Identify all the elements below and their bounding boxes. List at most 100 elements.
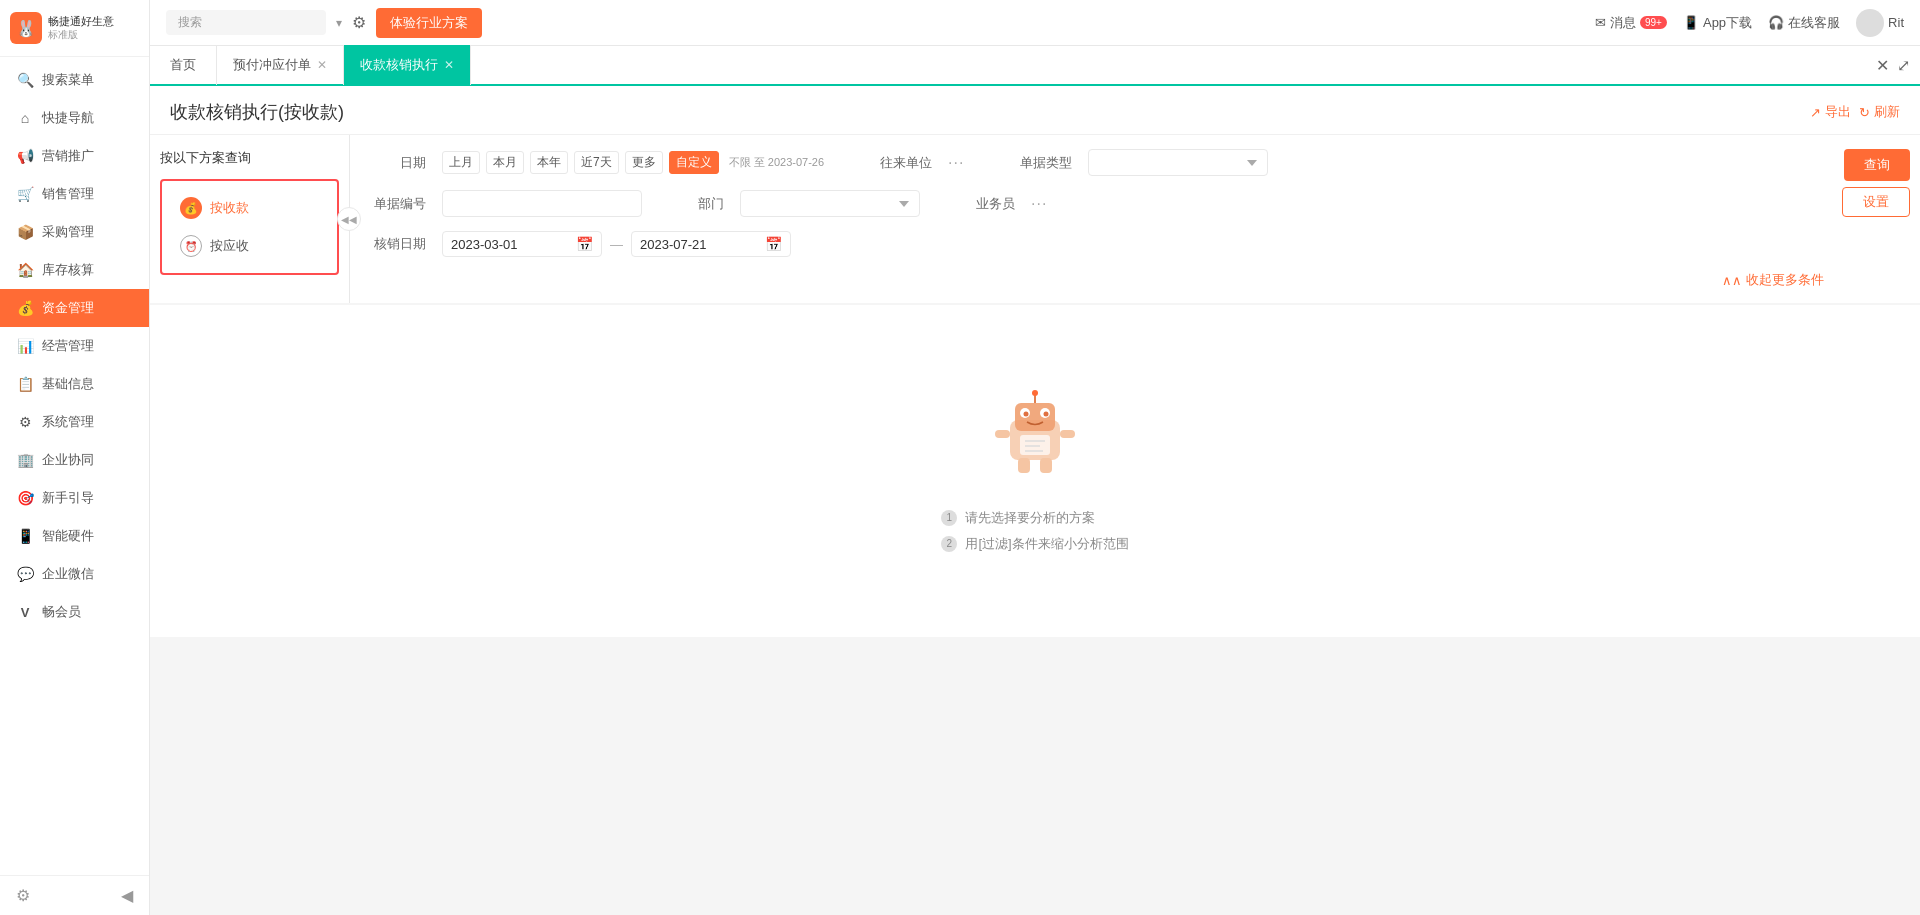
collapse-more-chevron-icon: ∧∧	[1722, 273, 1742, 288]
empty-hints: 1 请先选择要分析的方案 2 用[过滤]条件来缩小分析范围	[941, 505, 1128, 557]
dept-label: 部门	[698, 195, 724, 213]
filter-option-receipt-label: 按收款	[210, 199, 249, 217]
settings-gear-icon[interactable]: ⚙	[16, 886, 30, 905]
sidebar-footer: ⚙ ◀	[0, 875, 149, 915]
svg-point-4	[1024, 412, 1029, 417]
topbar-chevron-icon[interactable]: ▾	[336, 16, 342, 30]
counterpart-ellipsis-icon[interactable]: ···	[948, 154, 964, 172]
sidebar-item-quick-nav[interactable]: ⌂ 快捷导航	[0, 99, 149, 137]
sidebar-label-sales: 销售管理	[42, 185, 94, 203]
dept-select[interactable]	[740, 190, 920, 217]
sidebar-label-smart-hw: 智能硬件	[42, 527, 94, 545]
refresh-icon: ↻	[1859, 105, 1870, 120]
basic-info-icon: 📋	[16, 376, 34, 392]
filter-row-docno: 单据编号 部门 业务员 ···	[366, 190, 1824, 217]
sidebar-item-enterprise[interactable]: 🏢 企业协同	[0, 441, 149, 479]
date-btn-custom[interactable]: 自定义	[669, 151, 719, 174]
tab-home[interactable]: 首页	[150, 45, 217, 85]
collapse-sidebar-icon[interactable]: ◀	[121, 886, 133, 905]
sidebar-item-basic-info[interactable]: 📋 基础信息	[0, 365, 149, 403]
svg-point-7	[1032, 390, 1038, 396]
date-start-calendar-icon[interactable]: 📅	[576, 236, 593, 252]
svg-rect-8	[995, 430, 1010, 438]
tab-prepay[interactable]: 预付冲应付单 ✕	[217, 45, 344, 85]
refresh-button[interactable]: ↻ 刷新	[1859, 103, 1900, 121]
newbie-icon: 🎯	[16, 490, 34, 506]
message-button[interactable]: ✉ 消息 99+	[1595, 14, 1667, 32]
topbar-gear-icon[interactable]: ⚙	[352, 13, 366, 32]
empty-hint-1: 1 请先选择要分析的方案	[941, 505, 1128, 531]
hint-1-text: 请先选择要分析的方案	[965, 505, 1095, 531]
writeoff-date-end-input[interactable]	[640, 237, 759, 252]
sidebar-item-sales[interactable]: 🛒 销售管理	[0, 175, 149, 213]
staff-label: 业务员	[976, 195, 1015, 213]
search-menu-icon: 🔍	[16, 72, 34, 88]
tab-prepay-close-icon[interactable]: ✕	[317, 58, 327, 72]
svg-rect-9	[1060, 430, 1075, 438]
solution-button[interactable]: 体验行业方案	[376, 8, 482, 38]
topbar-search[interactable]: 搜索	[166, 10, 326, 35]
filter-option-by-receipt[interactable]: 💰 按收款	[170, 189, 329, 227]
user-area[interactable]: Rit	[1856, 9, 1904, 37]
logo-text-area: 畅捷通好生意 标准版	[48, 14, 114, 42]
sidebar-nav: 🔍 搜索菜单 ⌂ 快捷导航 📢 营销推广 🛒 销售管理 📦 采购管理 🏠 库存核…	[0, 57, 149, 875]
sidebar-item-search-menu[interactable]: 🔍 搜索菜单	[0, 61, 149, 99]
empty-state: 1 请先选择要分析的方案 2 用[过滤]条件来缩小分析范围	[150, 305, 1920, 637]
date-btn-more[interactable]: 更多	[625, 151, 663, 174]
svg-rect-12	[1020, 435, 1050, 455]
filter-row-date: 日期 上月 本月 本年 近7天 更多 自定义 不限 至 2023-07-26 往…	[366, 149, 1824, 176]
sidebar-label-enterprise: 企业协同	[42, 451, 94, 469]
hint-2-text: 用[过滤]条件来缩小分析范围	[965, 531, 1128, 557]
sidebar-item-wechat[interactable]: 💬 企业微信	[0, 555, 149, 593]
sidebar-label-business: 经营管理	[42, 337, 94, 355]
setting-button[interactable]: 设置	[1842, 187, 1910, 217]
sidebar-item-member[interactable]: V 畅会员	[0, 593, 149, 631]
close-tab-button[interactable]: ✕	[1876, 56, 1889, 75]
query-button[interactable]: 查询	[1844, 149, 1910, 181]
app-download-label: App下载	[1703, 14, 1752, 32]
filter-option-by-receivable[interactable]: ⏰ 按应收	[170, 227, 329, 265]
date-label: 日期	[366, 154, 426, 172]
sidebar-item-marketing[interactable]: 📢 营销推广	[0, 137, 149, 175]
tab-writeoff-close-icon[interactable]: ✕	[444, 58, 454, 72]
filter-row-writeoff-date: 核销日期 📅 — 📅	[366, 231, 1824, 257]
doc-no-input[interactable]	[442, 190, 642, 217]
date-end-calendar-icon[interactable]: 📅	[765, 236, 782, 252]
date-btn-this-year[interactable]: 本年	[530, 151, 568, 174]
message-label: 消息	[1610, 14, 1636, 32]
filter-options-box: 💰 按收款 ⏰ 按应收	[160, 179, 339, 275]
svg-rect-11	[1040, 458, 1052, 473]
app-download-button[interactable]: 📱 App下载	[1683, 14, 1752, 32]
business-icon: 📊	[16, 338, 34, 354]
collapse-filter-sidebar-icon[interactable]: ◀◀	[337, 207, 361, 231]
sidebar-item-purchase[interactable]: 📦 采购管理	[0, 213, 149, 251]
staff-ellipsis-icon[interactable]: ···	[1031, 195, 1047, 213]
date-btn-last-month[interactable]: 上月	[442, 151, 480, 174]
sidebar-item-finance[interactable]: 💰 资金管理	[0, 289, 149, 327]
online-service-button[interactable]: 🎧 在线客服	[1768, 14, 1840, 32]
sidebar-label-wechat: 企业微信	[42, 565, 94, 583]
export-button[interactable]: ↗ 导出	[1810, 103, 1851, 121]
sidebar-item-system[interactable]: ⚙ 系统管理	[0, 403, 149, 441]
service-icon: 🎧	[1768, 15, 1784, 30]
doc-type-select[interactable]	[1088, 149, 1268, 176]
filter-area: 按以下方案查询 💰 按收款 ⏰ 按应收 ◀◀ 日期	[150, 135, 1920, 303]
writeoff-date-start-input[interactable]	[451, 237, 570, 252]
date-btn-this-month[interactable]: 本月	[486, 151, 524, 174]
writeoff-date-start-wrap: 📅	[442, 231, 602, 257]
tab-home-label: 首页	[170, 56, 196, 74]
topbar-right: ✉ 消息 99+ 📱 App下载 🎧 在线客服 Rit	[1595, 9, 1904, 37]
sidebar-label-system: 系统管理	[42, 413, 94, 431]
sidebar-item-smart-hw[interactable]: 📱 智能硬件	[0, 517, 149, 555]
date-btn-7days[interactable]: 近7天	[574, 151, 619, 174]
receivable-option-icon: ⏰	[180, 235, 202, 257]
topbar: 搜索 ▾ ⚙ 体验行业方案 ✉ 消息 99+ 📱 App下载 🎧 在线客服 Ri…	[150, 0, 1920, 46]
expand-tab-button[interactable]: ⤢	[1897, 56, 1910, 75]
filter-actions: 查询 设置	[1840, 135, 1920, 303]
sidebar-item-newbie[interactable]: 🎯 新手引导	[0, 479, 149, 517]
message-icon: ✉	[1595, 15, 1606, 30]
sidebar-item-business[interactable]: 📊 经营管理	[0, 327, 149, 365]
tab-writeoff[interactable]: 收款核销执行 ✕	[344, 45, 471, 85]
sidebar-item-inventory[interactable]: 🏠 库存核算	[0, 251, 149, 289]
collapse-more-button[interactable]: ∧∧ 收起更多条件	[366, 271, 1824, 289]
